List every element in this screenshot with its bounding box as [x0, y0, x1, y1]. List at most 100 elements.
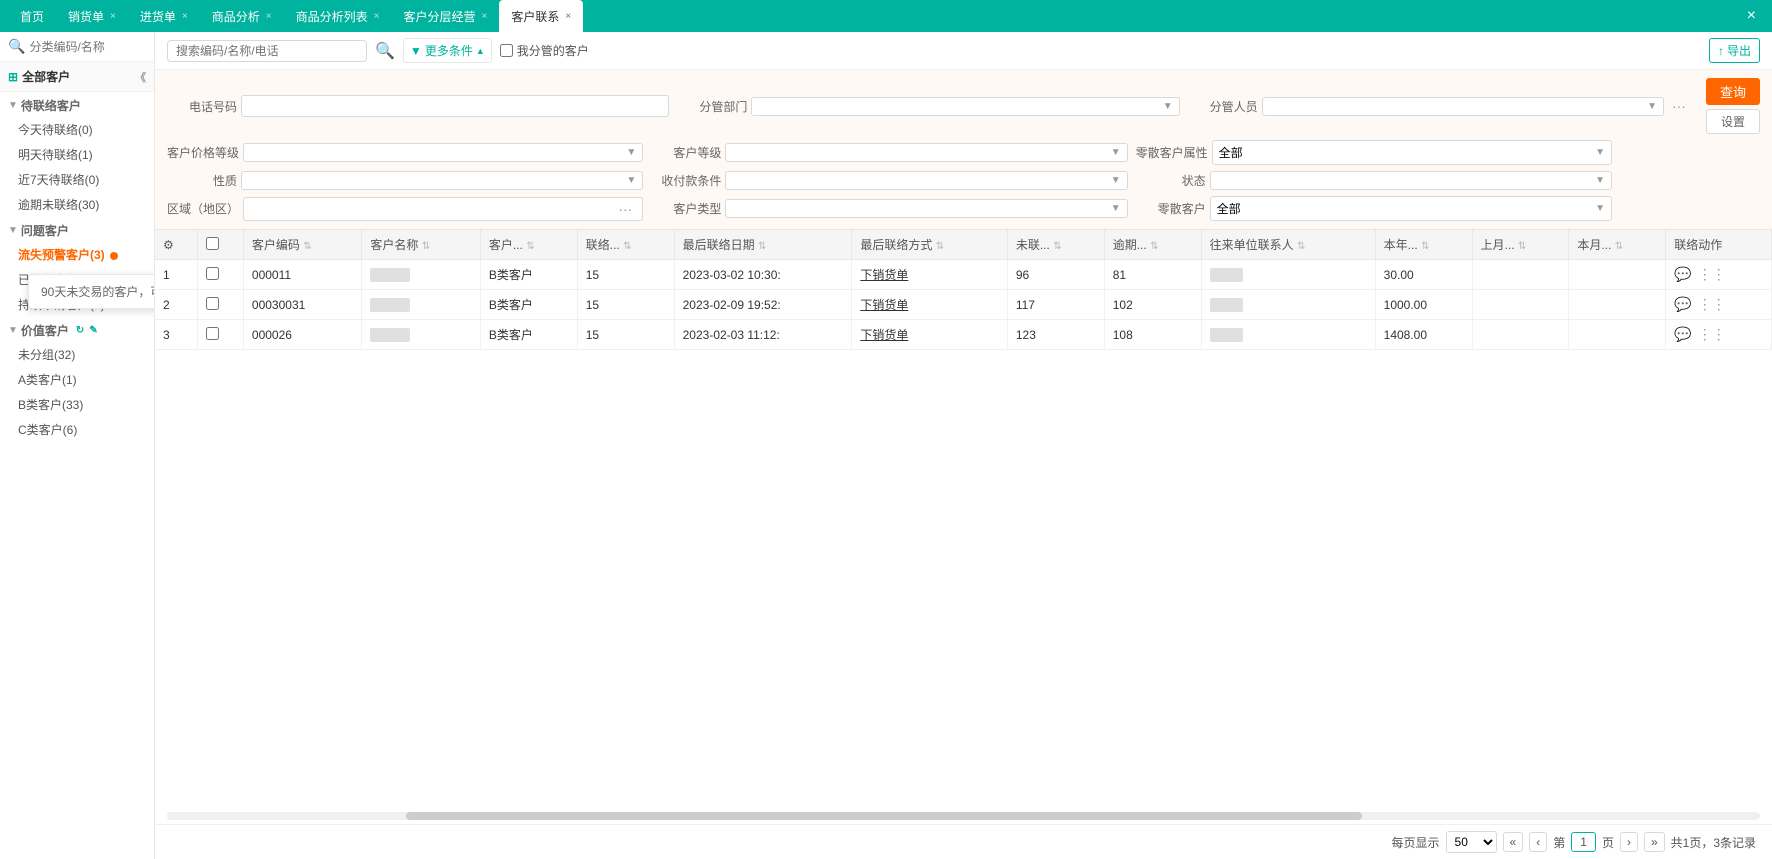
close-customer-tier-icon[interactable]: ×	[481, 11, 487, 22]
retail-attr-label: 零散客户属性	[1136, 144, 1208, 161]
customer-grade-arrow-icon: ▼	[1111, 147, 1121, 158]
region-more-button[interactable]: ···	[614, 201, 636, 217]
pending-contact-section[interactable]: ▼ 待联络客户	[0, 92, 154, 117]
close-customer-contact-icon[interactable]: ×	[565, 11, 571, 22]
sidebar-item-tomorrow[interactable]: 明天待联络(1)	[0, 142, 154, 167]
nav-tab-sales[interactable]: 销货单 ×	[56, 0, 128, 32]
settings-button[interactable]: 设置	[1706, 109, 1760, 134]
sidebar-item-class-b[interactable]: B类客户(33)	[0, 392, 154, 417]
th-last-date[interactable]: 最后联络日期 ⇅	[674, 230, 852, 260]
phone-input[interactable]	[241, 95, 669, 117]
manager-field: 分管人员 ▼ ···	[1188, 97, 1690, 116]
th-uncontacted[interactable]: 未联... ⇅	[1007, 230, 1104, 260]
th-name[interactable]: 客户名称 ⇅	[362, 230, 480, 260]
filter-row-1: 电话号码 分管部门 ▼ 分管人员 ▼ ···	[167, 78, 1760, 134]
chat-icon[interactable]: 💬	[1674, 296, 1691, 313]
region-select[interactable]: ···	[243, 197, 643, 221]
row-checkbox[interactable]	[197, 320, 243, 350]
more-action-icon[interactable]: ⋮⋮	[1698, 266, 1726, 283]
retail-customer-select[interactable]: 全部 ▼	[1210, 196, 1612, 221]
row-action[interactable]: 💬 ⋮⋮	[1666, 320, 1772, 350]
nature-select[interactable]: ▼	[241, 171, 643, 190]
close-all-button[interactable]: ×	[1739, 7, 1764, 25]
sidebar-item-today[interactable]: 今天待联络(0)	[0, 117, 154, 142]
prev-page-button[interactable]: ‹	[1529, 832, 1547, 852]
my-customers-check-input[interactable]	[500, 44, 513, 57]
status-select[interactable]: ▼	[1210, 171, 1612, 190]
nav-tab-analysis-list[interactable]: 商品分析列表 ×	[284, 0, 392, 32]
dept-select[interactable]: ▼	[751, 97, 1179, 116]
row-checkbox[interactable]	[197, 290, 243, 320]
nav-tab-purchase[interactable]: 进货单 ×	[128, 0, 200, 32]
scrollbar-thumb[interactable]	[406, 812, 1362, 820]
th-contact[interactable]: 联络... ⇅	[577, 230, 674, 260]
advanced-filter-panel: 电话号码 分管部门 ▼ 分管人员 ▼ ···	[155, 70, 1772, 230]
sidebar-item-class-a[interactable]: A类客户(1)	[0, 367, 154, 392]
last-page-button[interactable]: »	[1644, 832, 1665, 852]
row-action[interactable]: 💬 ⋮⋮	[1666, 260, 1772, 290]
close-sales-icon[interactable]: ×	[110, 11, 116, 22]
sidebar-item-7days[interactable]: 近7天待联络(0)	[0, 167, 154, 192]
th-last-month[interactable]: 上月... ⇅	[1472, 230, 1569, 260]
chat-icon[interactable]: 💬	[1674, 326, 1691, 343]
chat-icon[interactable]: 💬	[1674, 266, 1691, 283]
row-name	[362, 290, 480, 320]
chevron-up-icon: ▲	[476, 46, 485, 56]
select-all-checkbox[interactable]	[206, 237, 219, 250]
nav-tab-customer-tier[interactable]: 客户分层经营 ×	[391, 0, 499, 32]
value-customers-section[interactable]: ▼ 价值客户 ↻ ✎	[0, 317, 154, 342]
row-last-method[interactable]: 下销货单	[852, 290, 1008, 320]
row-check-0[interactable]	[206, 267, 219, 280]
th-last-method[interactable]: 最后联络方式 ⇅	[852, 230, 1008, 260]
first-page-button[interactable]: «	[1503, 832, 1524, 852]
more-action-icon[interactable]: ⋮⋮	[1698, 296, 1726, 313]
row-last-method[interactable]: 下销货单	[852, 260, 1008, 290]
th-type[interactable]: 客户... ⇅	[480, 230, 577, 260]
problem-customers-section[interactable]: ▼ 问题客户	[0, 217, 154, 242]
nav-tab-analysis[interactable]: 商品分析 ×	[200, 0, 284, 32]
close-purchase-icon[interactable]: ×	[182, 11, 188, 22]
close-analysis-list-icon[interactable]: ×	[374, 11, 380, 22]
row-check-2[interactable]	[206, 327, 219, 340]
edit-icon[interactable]: ✎	[89, 325, 97, 336]
close-analysis-icon[interactable]: ×	[266, 11, 272, 22]
more-action-icon[interactable]: ⋮⋮	[1698, 326, 1726, 343]
more-conditions-button[interactable]: ▼ 更多条件 ▲	[403, 38, 492, 63]
retail-attr-select[interactable]: 全部 ▼	[1212, 140, 1612, 165]
manager-select[interactable]: ▼	[1262, 97, 1664, 116]
th-overdue[interactable]: 逾期... ⇅	[1104, 230, 1201, 260]
th-checkbox[interactable]	[197, 230, 243, 260]
row-this-year: 1408.00	[1375, 320, 1472, 350]
th-settings[interactable]: ⚙	[155, 230, 197, 260]
query-button[interactable]: 查询	[1706, 78, 1760, 105]
sidebar-item-ungrouped[interactable]: 未分组(32)	[0, 342, 154, 367]
row-checkbox[interactable]	[197, 260, 243, 290]
sidebar-search-input[interactable]	[29, 40, 155, 54]
row-last-method[interactable]: 下销货单	[852, 320, 1008, 350]
th-code[interactable]: 客户编码 ⇅	[243, 230, 361, 260]
customer-type-select[interactable]: ▼	[725, 199, 1127, 218]
export-button[interactable]: ↑ 导出	[1709, 38, 1760, 63]
per-page-select[interactable]: 50 100 200	[1446, 831, 1497, 853]
th-this-year[interactable]: 本年... ⇅	[1375, 230, 1472, 260]
th-this-month[interactable]: 本月... ⇅	[1569, 230, 1666, 260]
manager-more-button[interactable]: ···	[1668, 98, 1690, 114]
customer-grade-select[interactable]: ▼	[725, 143, 1127, 162]
payment-select[interactable]: ▼	[725, 171, 1127, 190]
nav-tab-home[interactable]: 首页	[8, 0, 56, 32]
row-check-1[interactable]	[206, 297, 219, 310]
my-customers-checkbox[interactable]: 我分管的客户	[500, 42, 589, 59]
sidebar-item-class-c[interactable]: C类客户(6)	[0, 417, 154, 442]
th-contact2[interactable]: 往来单位联系人 ⇅	[1201, 230, 1375, 260]
next-page-button[interactable]: ›	[1620, 832, 1638, 852]
refresh-icon[interactable]: ↻	[76, 325, 84, 336]
filter-search-input[interactable]	[167, 40, 367, 62]
horizontal-scrollbar[interactable]	[167, 812, 1760, 820]
sidebar-item-overdue[interactable]: 逾期未联络(30)	[0, 192, 154, 217]
nav-tab-customer-contact[interactable]: 客户联系 ×	[499, 0, 583, 32]
row-action[interactable]: 💬 ⋮⋮	[1666, 290, 1772, 320]
price-grade-select[interactable]: ▼	[243, 143, 643, 162]
sidebar-item-churn-warning[interactable]: 流失预警客户(3)	[0, 242, 154, 267]
filter-search-button[interactable]: 🔍	[375, 41, 395, 61]
all-customers-header[interactable]: ⊞ 全部客户 《	[0, 62, 154, 92]
